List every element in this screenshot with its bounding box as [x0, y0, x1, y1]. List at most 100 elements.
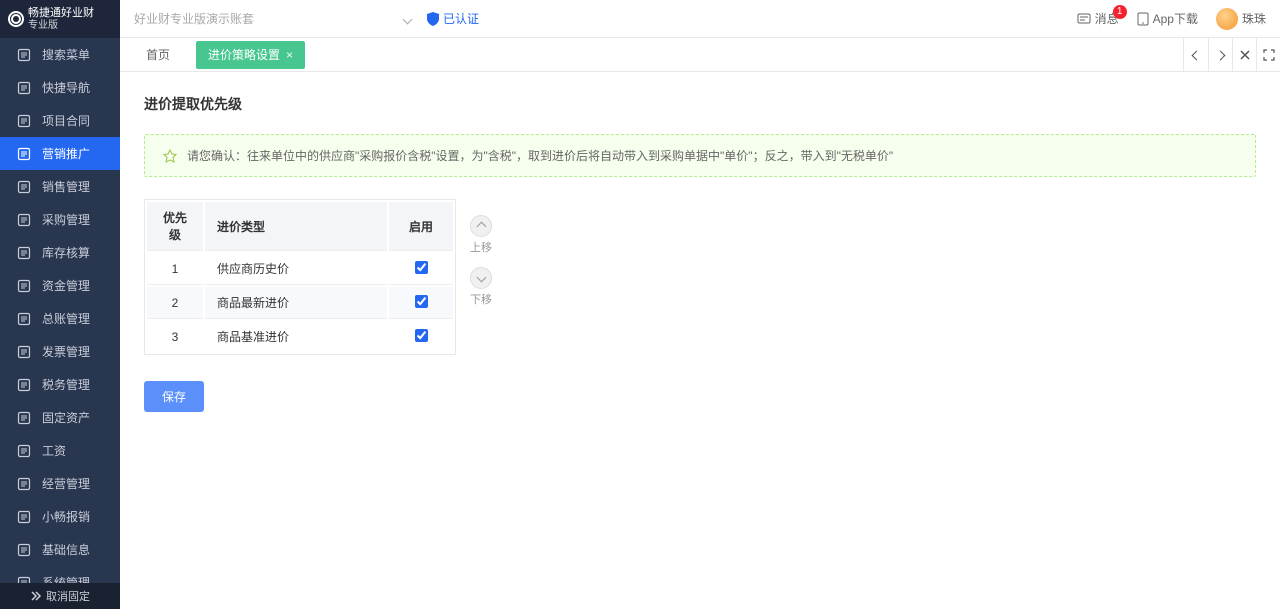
sidebar-unpin[interactable]: 取消固定 — [0, 583, 120, 609]
avatar-icon — [1216, 8, 1238, 30]
enable-checkbox[interactable] — [415, 261, 428, 274]
tab-next-button[interactable] — [1208, 38, 1232, 72]
sidebar-item-label: 基础信息 — [42, 541, 90, 558]
sidebar-item-14[interactable]: 小畅报销 — [0, 500, 120, 533]
sidebar-item-16[interactable]: 系统管理 — [0, 566, 120, 583]
sidebar-item-0[interactable]: 搜索菜单 — [0, 38, 120, 71]
fullscreen-icon — [1263, 49, 1275, 61]
tabs-actions — [1183, 38, 1280, 71]
user-menu[interactable]: 珠珠 — [1216, 8, 1266, 30]
tab-label: 进价策略设置 — [208, 46, 280, 63]
tab-0[interactable]: 首页 — [134, 38, 182, 72]
account-select[interactable]: 好业财专业版演示账套 — [134, 10, 411, 27]
sidebar-menu: 搜索菜单快捷导航项目合同营销推广销售管理采购管理库存核算资金管理总账管理发票管理… — [0, 38, 120, 583]
user-label: 珠珠 — [1242, 10, 1266, 27]
col-priority: 优先级 — [147, 202, 203, 251]
cell-enabled — [389, 321, 453, 352]
cell-enabled — [389, 253, 453, 285]
enable-checkbox[interactable] — [415, 295, 428, 308]
sidebar-unpin-label: 取消固定 — [46, 588, 90, 604]
sidebar-item-label: 固定资产 — [42, 409, 90, 426]
message-icon — [1077, 12, 1091, 26]
sidebar-item-label: 经营管理 — [42, 475, 90, 492]
cell-type: 供应商历史价 — [205, 253, 387, 285]
tab-close-icon[interactable]: × — [286, 48, 293, 62]
cell-priority: 2 — [147, 287, 203, 319]
sidebar-item-10[interactable]: 税务管理 — [0, 368, 120, 401]
cell-enabled — [389, 287, 453, 319]
reimburse-icon — [16, 509, 32, 525]
biz-icon — [16, 476, 32, 492]
sidebar-item-label: 搜索菜单 — [42, 46, 90, 63]
brand-edition: 专业版 — [28, 20, 94, 31]
cell-priority: 1 — [147, 253, 203, 285]
sidebar-item-2[interactable]: 项目合同 — [0, 104, 120, 137]
brand-logo-icon — [8, 11, 24, 27]
fullscreen-button[interactable] — [1256, 38, 1280, 72]
money-icon — [16, 278, 32, 294]
enable-checkbox[interactable] — [415, 329, 428, 342]
sidebar-item-6[interactable]: 库存核算 — [0, 236, 120, 269]
sidebar-item-3[interactable]: 营销推广 — [0, 137, 120, 170]
invoice-icon — [16, 344, 32, 360]
account-name: 好业财专业版演示账套 — [134, 10, 254, 27]
sidebar-item-15[interactable]: 基础信息 — [0, 533, 120, 566]
cell-type: 商品基准进价 — [205, 321, 387, 352]
sidebar-item-1[interactable]: 快捷导航 — [0, 71, 120, 104]
topbar: 好业财专业版演示账套 已认证 消息 1 App下载 — [120, 0, 1280, 38]
chevron-down-icon — [404, 12, 411, 26]
system-icon — [16, 575, 32, 584]
close-icon — [1239, 49, 1251, 61]
sidebar-item-4[interactable]: 销售管理 — [0, 170, 120, 203]
sidebar-item-7[interactable]: 资金管理 — [0, 269, 120, 302]
verified-label: 已认证 — [443, 10, 479, 27]
priority-table: 优先级 进价类型 启用 1供应商历史价2商品最新进价3商品基准进价 — [144, 199, 456, 355]
table-row[interactable]: 1供应商历史价 — [147, 253, 453, 285]
table-row[interactable]: 3商品基准进价 — [147, 321, 453, 352]
download-label: App下载 — [1153, 10, 1198, 27]
sidebar-item-12[interactable]: 工资 — [0, 434, 120, 467]
search-icon — [16, 47, 32, 63]
move-controls: 上移 下移 — [470, 199, 492, 307]
cell-type: 商品最新进价 — [205, 287, 387, 319]
tab-label: 首页 — [146, 46, 170, 63]
tabs-bar: 首页 进价策略设置 × — [120, 38, 1280, 72]
tab-prev-button[interactable] — [1184, 38, 1208, 72]
sidebar-item-8[interactable]: 总账管理 — [0, 302, 120, 335]
info-alert: 请您确认：往来单位中的供应商"采购报价含税"设置，为"含税"，取到进价后将自动带… — [144, 134, 1256, 177]
sidebar-item-label: 快捷导航 — [42, 79, 90, 96]
sidebar-item-label: 销售管理 — [42, 178, 90, 195]
sidebar-item-label: 小畅报销 — [42, 508, 90, 525]
info-icon — [16, 542, 32, 558]
sidebar-item-label: 库存核算 — [42, 244, 90, 261]
home-icon — [16, 80, 32, 96]
marketing-icon — [16, 146, 32, 162]
unpin-icon — [30, 590, 42, 602]
move-up-label: 上移 — [470, 239, 492, 255]
verified-badge: 已认证 — [427, 10, 479, 27]
app-download-button[interactable]: App下载 — [1137, 10, 1198, 27]
message-badge: 1 — [1113, 5, 1127, 19]
sidebar-item-label: 税务管理 — [42, 376, 90, 393]
chevron-left-icon — [1193, 48, 1200, 62]
sidebar-item-label: 系统管理 — [42, 574, 90, 583]
message-button[interactable]: 消息 1 — [1077, 10, 1119, 27]
col-type: 进价类型 — [205, 202, 387, 251]
sidebar-item-11[interactable]: 固定资产 — [0, 401, 120, 434]
content: 进价提取优先级 请您确认：往来单位中的供应商"采购报价含税"设置，为"含税"，取… — [120, 72, 1280, 609]
move-down-button[interactable]: 下移 — [470, 267, 492, 307]
table-row[interactable]: 2商品最新进价 — [147, 287, 453, 319]
tab-1[interactable]: 进价策略设置 × — [196, 41, 305, 69]
ledger-icon — [16, 311, 32, 327]
sidebar-item-label: 营销推广 — [42, 145, 90, 162]
brand-name: 畅捷通好业财 — [28, 7, 94, 19]
move-up-button[interactable]: 上移 — [470, 215, 492, 255]
chevron-right-icon — [1217, 48, 1224, 62]
tab-close-all-button[interactable] — [1232, 38, 1256, 72]
save-button[interactable]: 保存 — [144, 381, 204, 412]
sidebar-item-13[interactable]: 经营管理 — [0, 467, 120, 500]
sidebar-item-9[interactable]: 发票管理 — [0, 335, 120, 368]
page-title: 进价提取优先级 — [144, 94, 1256, 114]
sidebar-item-label: 采购管理 — [42, 211, 90, 228]
sidebar-item-5[interactable]: 采购管理 — [0, 203, 120, 236]
